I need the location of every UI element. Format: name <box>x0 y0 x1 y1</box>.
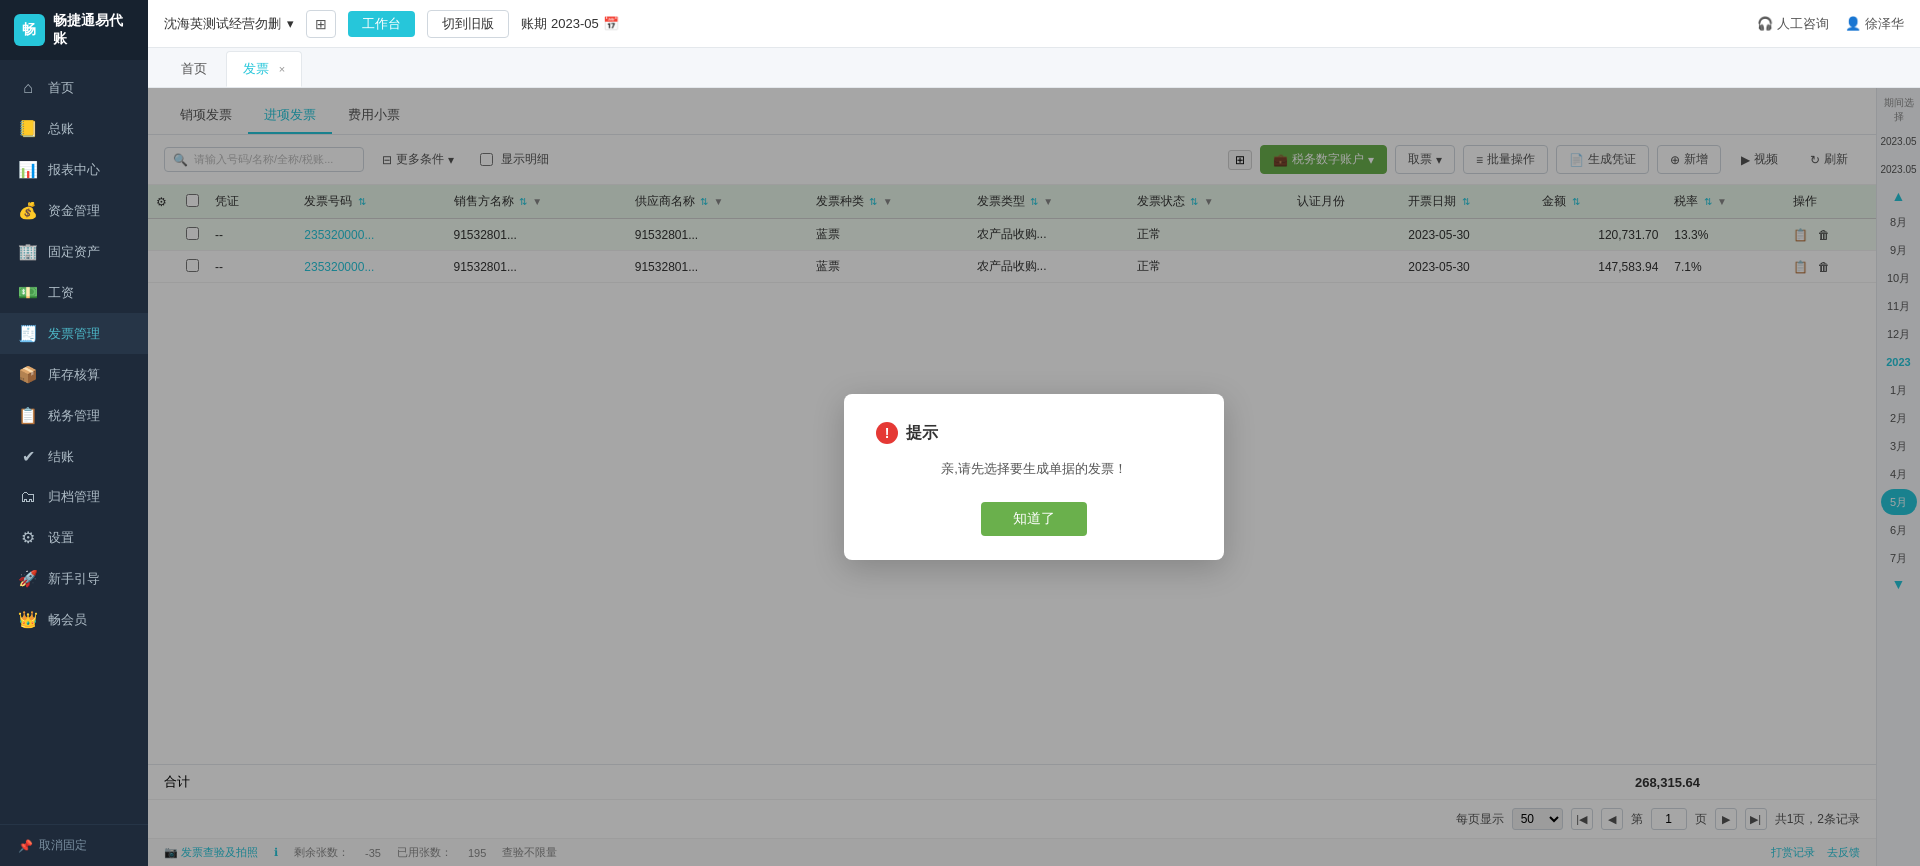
sidebar-item-ledger[interactable]: 📒 总账 <box>0 108 148 149</box>
closing-icon: ✔ <box>18 447 38 466</box>
topbar: 沈海英测试经营勿删 ▾ ⊞ 工作台 切到旧版 账期 2023-05 📅 🎧 人工… <box>148 0 1920 48</box>
home-icon: ⌂ <box>18 79 38 97</box>
workbench-button[interactable]: 工作台 <box>348 11 415 37</box>
sidebar-item-label: 固定资产 <box>48 243 100 261</box>
user-menu[interactable]: 👤 徐泽华 <box>1845 15 1904 33</box>
switch-old-button[interactable]: 切到旧版 <box>427 10 509 38</box>
funds-icon: 💰 <box>18 201 38 220</box>
sidebar-item-label: 发票管理 <box>48 325 100 343</box>
modal-box: ! 提示 亲,请先选择要生成单据的发票！ 知道了 <box>844 394 1224 560</box>
invoice-icon: 🧾 <box>18 324 38 343</box>
settings-icon: ⚙ <box>18 528 38 547</box>
sidebar-item-reports[interactable]: 📊 报表中心 <box>0 149 148 190</box>
logo-text: 畅捷通易代账 <box>53 12 134 48</box>
sidebar-item-label: 总账 <box>48 120 74 138</box>
period-label: 账期 <box>521 15 547 33</box>
sidebar-item-tax[interactable]: 📋 税务管理 <box>0 395 148 436</box>
headset-icon: 🎧 <box>1757 16 1773 31</box>
sidebar-item-guide[interactable]: 🚀 新手引导 <box>0 558 148 599</box>
topbar-right: 🎧 人工咨询 👤 徐泽华 <box>1757 15 1904 33</box>
chevron-down-icon: ▾ <box>287 16 294 31</box>
ledger-icon: 📒 <box>18 119 38 138</box>
user-icon: 👤 <box>1845 16 1861 31</box>
content-area: 销项发票 进项发票 费用小票 🔍 请输入号码/名称/全称/税账... ⊟ 更多条… <box>148 88 1920 866</box>
pin-icon: 📌 <box>18 839 33 853</box>
sidebar-logo: 畅 畅捷通易代账 <box>0 0 148 60</box>
sidebar-item-label: 资金管理 <box>48 202 100 220</box>
grid-icon: ⊞ <box>315 16 327 32</box>
member-icon: 👑 <box>18 610 38 629</box>
sidebar-unpin[interactable]: 📌 取消固定 <box>0 824 148 866</box>
guide-icon: 🚀 <box>18 569 38 588</box>
sidebar-item-label: 归档管理 <box>48 488 100 506</box>
sidebar-item-invoice[interactable]: 🧾 发票管理 <box>0 313 148 354</box>
sidebar-item-label: 库存核算 <box>48 366 100 384</box>
reports-icon: 📊 <box>18 160 38 179</box>
sidebar-item-inventory[interactable]: 📦 库存核算 <box>0 354 148 395</box>
warning-icon: ! <box>876 422 898 444</box>
tabbar: 首页 发票 × <box>148 48 1920 88</box>
sidebar-item-label: 工资 <box>48 284 74 302</box>
modal-message: 亲,请先选择要生成单据的发票！ <box>941 460 1127 478</box>
sidebar-item-label: 报表中心 <box>48 161 100 179</box>
company-selector[interactable]: 沈海英测试经营勿删 ▾ <box>164 15 294 33</box>
sidebar-item-label: 设置 <box>48 529 74 547</box>
assets-icon: 🏢 <box>18 242 38 261</box>
sidebar-item-funds[interactable]: 💰 资金管理 <box>0 190 148 231</box>
tab-invoice-label: 发票 <box>243 61 269 76</box>
sidebar-item-label: 首页 <box>48 79 74 97</box>
modal-confirm-button[interactable]: 知道了 <box>981 502 1087 536</box>
sidebar-item-salary[interactable]: 💵 工资 <box>0 272 148 313</box>
archive-icon: 🗂 <box>18 488 38 506</box>
modal-overlay: ! 提示 亲,请先选择要生成单据的发票！ 知道了 <box>148 88 1920 866</box>
tax-icon: 📋 <box>18 406 38 425</box>
sidebar-item-label: 新手引导 <box>48 570 100 588</box>
sidebar-item-settings[interactable]: ⚙ 设置 <box>0 517 148 558</box>
main-area: 沈海英测试经营勿删 ▾ ⊞ 工作台 切到旧版 账期 2023-05 📅 🎧 人工… <box>148 0 1920 866</box>
close-icon[interactable]: × <box>279 63 285 75</box>
sidebar-item-assets[interactable]: 🏢 固定资产 <box>0 231 148 272</box>
calendar-icon[interactable]: 📅 <box>603 16 619 31</box>
sidebar-nav: ⌂ 首页 📒 总账 📊 报表中心 💰 资金管理 🏢 固定资产 💵 工资 🧾 发票… <box>0 60 148 824</box>
sidebar-item-member[interactable]: 👑 畅会员 <box>0 599 148 640</box>
salary-icon: 💵 <box>18 283 38 302</box>
sidebar-item-home[interactable]: ⌂ 首页 <box>0 68 148 108</box>
modal-title: 提示 <box>906 423 938 444</box>
sidebar-item-closing[interactable]: ✔ 结账 <box>0 436 148 477</box>
tab-home-label: 首页 <box>181 61 207 76</box>
modal-title-row: ! 提示 <box>876 422 938 444</box>
company-name: 沈海英测试经营勿删 <box>164 15 281 33</box>
period-display: 账期 2023-05 📅 <box>521 15 619 33</box>
period-value: 2023-05 <box>551 16 599 31</box>
sidebar-item-archive[interactable]: 🗂 归档管理 <box>0 477 148 517</box>
sidebar-item-label: 税务管理 <box>48 407 100 425</box>
inventory-icon: 📦 <box>18 365 38 384</box>
support-button[interactable]: 🎧 人工咨询 <box>1757 15 1829 33</box>
tab-home[interactable]: 首页 <box>164 51 224 87</box>
company-settings-button[interactable]: ⊞ <box>306 10 336 38</box>
unpin-label: 取消固定 <box>39 837 87 854</box>
tab-invoice[interactable]: 发票 × <box>226 51 302 87</box>
logo-icon: 畅 <box>14 14 45 46</box>
sidebar-item-label: 畅会员 <box>48 611 87 629</box>
sidebar-item-label: 结账 <box>48 448 74 466</box>
sidebar: 畅 畅捷通易代账 ⌂ 首页 📒 总账 📊 报表中心 💰 资金管理 🏢 固定资产 … <box>0 0 148 866</box>
